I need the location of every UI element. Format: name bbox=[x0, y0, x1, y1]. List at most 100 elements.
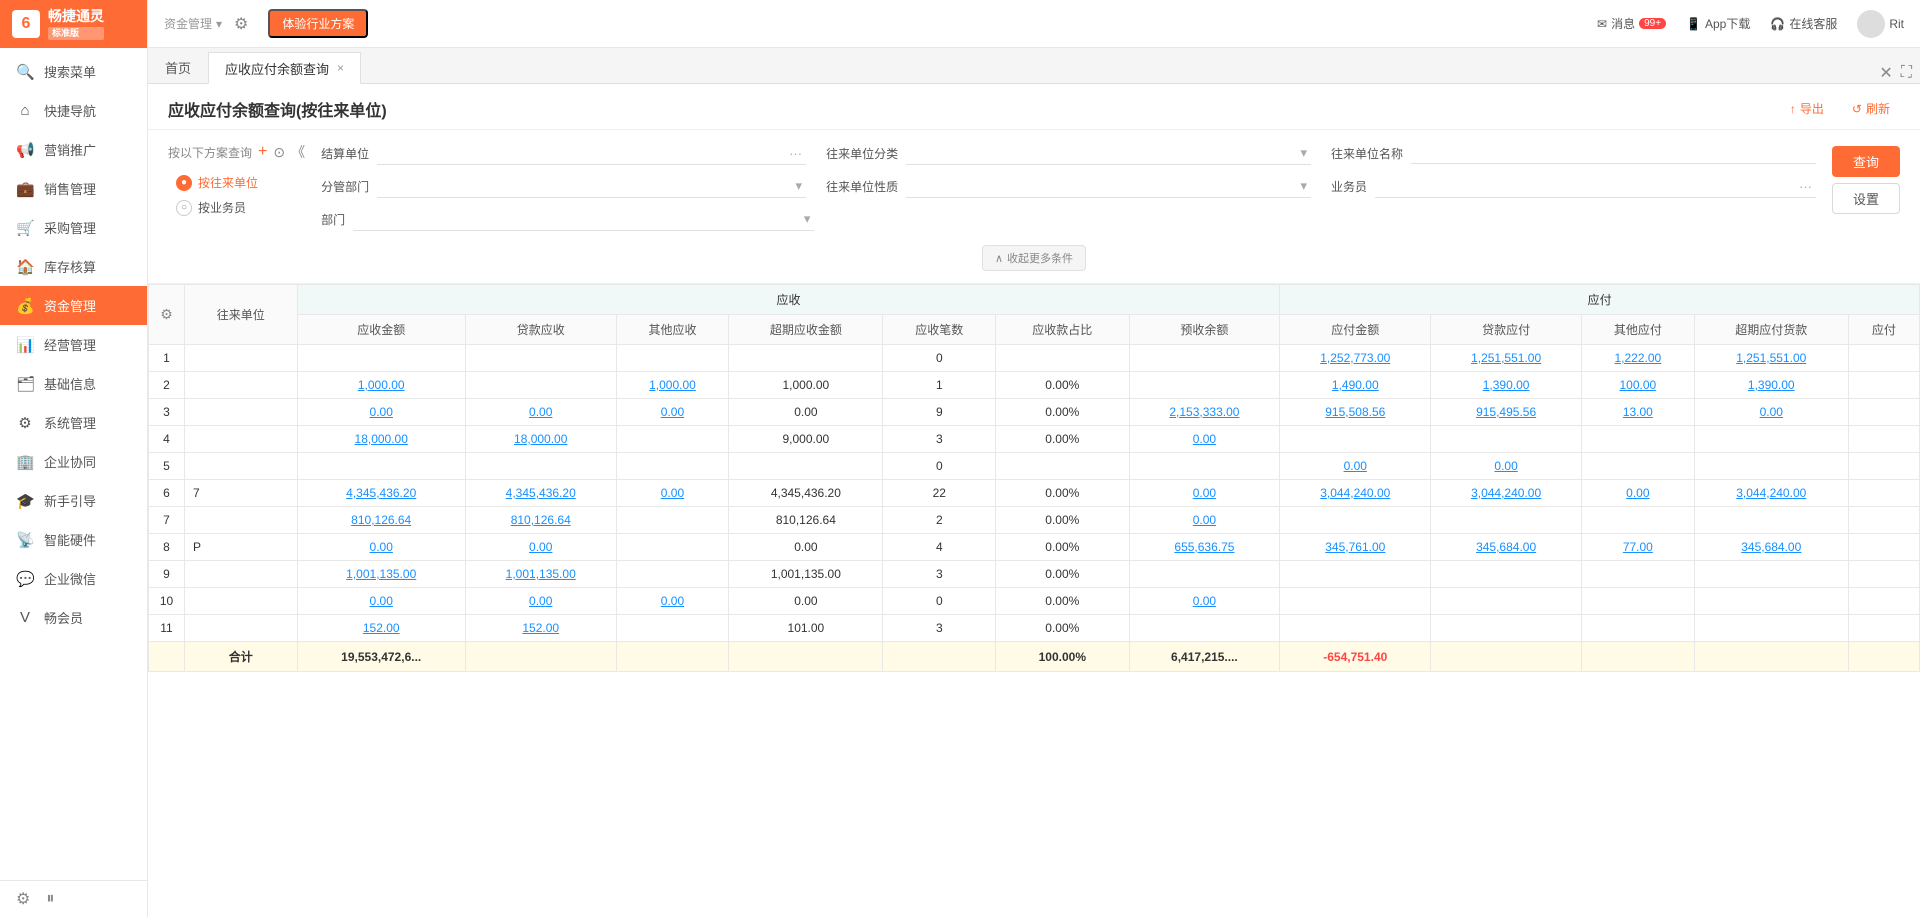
sidebar-item-finance[interactable]: 💰 资金管理 bbox=[0, 286, 147, 325]
loan-receivable[interactable]: 18,000.00 bbox=[465, 426, 616, 453]
settlement-unit-dots[interactable]: ··· bbox=[789, 146, 802, 161]
prepaid-balance[interactable]: 2,153,333.00 bbox=[1129, 399, 1280, 426]
receivable[interactable]: 0.00 bbox=[297, 588, 465, 615]
dept-manager-chevron[interactable]: ▾ bbox=[796, 178, 803, 194]
receivable[interactable]: 0.00 bbox=[297, 399, 465, 426]
other-payable[interactable]: 0.00 bbox=[1582, 480, 1695, 507]
payable[interactable]: 1,490.00 bbox=[1280, 372, 1431, 399]
sidebar-item-hardware[interactable]: 📡 智能硬件 bbox=[0, 520, 147, 559]
filter-add-button[interactable]: + bbox=[258, 143, 267, 161]
sidebar-item-inventory[interactable]: 🏠 库存核算 bbox=[0, 247, 147, 286]
table-settings-icon[interactable]: ⚙ bbox=[160, 306, 173, 322]
tab-close-icon[interactable]: × bbox=[337, 61, 344, 75]
customer-service-action[interactable]: 🎧 在线客服 bbox=[1770, 15, 1837, 32]
filter-nav-by-partner[interactable]: ● 按往来单位 bbox=[168, 170, 305, 195]
sidebar-item-purchase[interactable]: 🛒 采购管理 bbox=[0, 208, 147, 247]
prepaid-balance[interactable]: 0.00 bbox=[1129, 507, 1280, 534]
receivable[interactable]: 0.00 bbox=[297, 534, 465, 561]
dept-chevron[interactable]: ▾ bbox=[804, 211, 811, 227]
overdue-payable[interactable]: 1,390.00 bbox=[1694, 372, 1848, 399]
payable[interactable]: 3,044,240.00 bbox=[1280, 480, 1431, 507]
user-profile[interactable]: Rit bbox=[1857, 10, 1904, 38]
other-receivable[interactable]: 0.00 bbox=[616, 480, 729, 507]
prepaid-balance[interactable]: 0.00 bbox=[1129, 588, 1280, 615]
prepaid-balance[interactable]: 0.00 bbox=[1129, 480, 1280, 507]
sidebar-item-wechat[interactable]: 💬 企业微信 bbox=[0, 559, 147, 598]
other-payable[interactable]: 100.00 bbox=[1582, 372, 1695, 399]
partner-category-chevron[interactable]: ▾ bbox=[1301, 145, 1308, 161]
sidebar-collapse-icon[interactable]: ⏸ bbox=[46, 890, 54, 908]
loan-payable[interactable]: 1,390.00 bbox=[1431, 372, 1582, 399]
overdue-payable[interactable]: 1,251,551.00 bbox=[1694, 345, 1848, 372]
settings-button[interactable]: 设置 bbox=[1832, 183, 1900, 214]
app-download-action[interactable]: 📱 App下载 bbox=[1686, 15, 1750, 32]
payable[interactable]: 345,761.00 bbox=[1280, 534, 1431, 561]
other-payable[interactable]: 13.00 bbox=[1582, 399, 1695, 426]
loan-payable[interactable]: 0.00 bbox=[1431, 453, 1582, 480]
loan-receivable[interactable]: 1,001,135.00 bbox=[465, 561, 616, 588]
filter-collapse-button[interactable]: 《 bbox=[291, 142, 305, 162]
loan-receivable[interactable]: 810,126.64 bbox=[465, 507, 616, 534]
receivable[interactable]: 18,000.00 bbox=[297, 426, 465, 453]
other-payable[interactable]: 77.00 bbox=[1582, 534, 1695, 561]
receivable-ratio: 0.00% bbox=[996, 399, 1129, 426]
query-button[interactable]: 查询 bbox=[1832, 146, 1900, 177]
loan-receivable[interactable]: 0.00 bbox=[465, 588, 616, 615]
overdue-payable[interactable]: 345,684.00 bbox=[1694, 534, 1848, 561]
loan-payable[interactable]: 1,251,551.00 bbox=[1431, 345, 1582, 372]
prepaid-balance[interactable]: 655,636.75 bbox=[1129, 534, 1280, 561]
receivable[interactable]: 1,000.00 bbox=[297, 372, 465, 399]
collapse-button[interactable]: ∧ 收起更多条件 bbox=[982, 245, 1086, 271]
other-receivable[interactable]: 0.00 bbox=[616, 399, 729, 426]
sidebar-item-sales[interactable]: 💼 销售管理 bbox=[0, 169, 147, 208]
settings-icon[interactable]: ⚙ bbox=[234, 14, 248, 34]
payable[interactable]: 0.00 bbox=[1280, 453, 1431, 480]
sidebar-item-system[interactable]: ⚙ 系统管理 bbox=[0, 403, 147, 442]
receivable[interactable]: 4,345,436.20 bbox=[297, 480, 465, 507]
loan-receivable[interactable]: 152.00 bbox=[465, 615, 616, 642]
receivable[interactable]: 1,001,135.00 bbox=[297, 561, 465, 588]
sidebar-item-member[interactable]: V 畅会员 bbox=[0, 598, 147, 637]
tab-receivable[interactable]: 应收应付余额查询 × bbox=[208, 52, 361, 84]
payable[interactable]: 1,252,773.00 bbox=[1280, 345, 1431, 372]
loan-payable[interactable]: 3,044,240.00 bbox=[1431, 480, 1582, 507]
filter-settings-button[interactable]: ⊙ bbox=[273, 144, 285, 161]
sidebar-item-guide[interactable]: 🎓 新手引导 bbox=[0, 481, 147, 520]
overdue-payable[interactable]: 0.00 bbox=[1694, 399, 1848, 426]
promo-button[interactable]: 体验行业方案 bbox=[268, 9, 368, 38]
data-table: ⚙ 往来单位 应收 应付 应收金额 贷款应收 其他应收 超期应收金额 应收笔数 … bbox=[148, 284, 1920, 672]
message-action[interactable]: ✉ 消息 99+ bbox=[1597, 15, 1666, 32]
loan-payable[interactable]: 915,495.56 bbox=[1431, 399, 1582, 426]
salesperson-dots[interactable]: ··· bbox=[1799, 179, 1812, 194]
loan-payable[interactable]: 345,684.00 bbox=[1431, 534, 1582, 561]
sidebar-item-basic[interactable]: 🗂 基础信息 bbox=[0, 364, 147, 403]
tab-home[interactable]: 首页 bbox=[148, 51, 208, 83]
payable[interactable]: 915,508.56 bbox=[1280, 399, 1431, 426]
prepaid-balance[interactable]: 0.00 bbox=[1129, 426, 1280, 453]
sidebar-item-search[interactable]: 🔍 搜索菜单 bbox=[0, 52, 147, 91]
sidebar-settings-icon[interactable]: ⚙ bbox=[16, 889, 30, 909]
loan-payable bbox=[1431, 588, 1582, 615]
filter-nav-by-salesperson[interactable]: ○ 按业务员 bbox=[168, 195, 305, 220]
other-payable[interactable]: 1,222.00 bbox=[1582, 345, 1695, 372]
loan-receivable[interactable]: 0.00 bbox=[465, 399, 616, 426]
other-receivable[interactable]: 0.00 bbox=[616, 588, 729, 615]
total-receivable-count bbox=[883, 642, 996, 672]
export-button[interactable]: ↑ 导出 bbox=[1780, 96, 1834, 121]
partner-nature-chevron[interactable]: ▾ bbox=[1301, 178, 1308, 194]
receivable[interactable]: 152.00 bbox=[297, 615, 465, 642]
partner-name-input[interactable] bbox=[1411, 143, 1816, 164]
other-receivable[interactable]: 1,000.00 bbox=[616, 372, 729, 399]
close-window-icon[interactable]: ✕ bbox=[1879, 63, 1892, 83]
loan-receivable[interactable]: 4,345,436.20 bbox=[465, 480, 616, 507]
refresh-button[interactable]: ↺ 刷新 bbox=[1842, 96, 1900, 121]
loan-receivable[interactable]: 0.00 bbox=[465, 534, 616, 561]
receivable[interactable]: 810,126.64 bbox=[297, 507, 465, 534]
refresh-icon: ↺ bbox=[1852, 102, 1862, 116]
sidebar-item-enterprise[interactable]: 🏢 企业协同 bbox=[0, 442, 147, 481]
overdue-payable[interactable]: 3,044,240.00 bbox=[1694, 480, 1848, 507]
sidebar-item-marketing[interactable]: 📢 营销推广 bbox=[0, 130, 147, 169]
sidebar-item-operation[interactable]: 📊 经营管理 bbox=[0, 325, 147, 364]
expand-icon[interactable]: ⛶ bbox=[1901, 64, 1912, 82]
sidebar-item-quick[interactable]: ⌂ 快捷导航 bbox=[0, 91, 147, 130]
